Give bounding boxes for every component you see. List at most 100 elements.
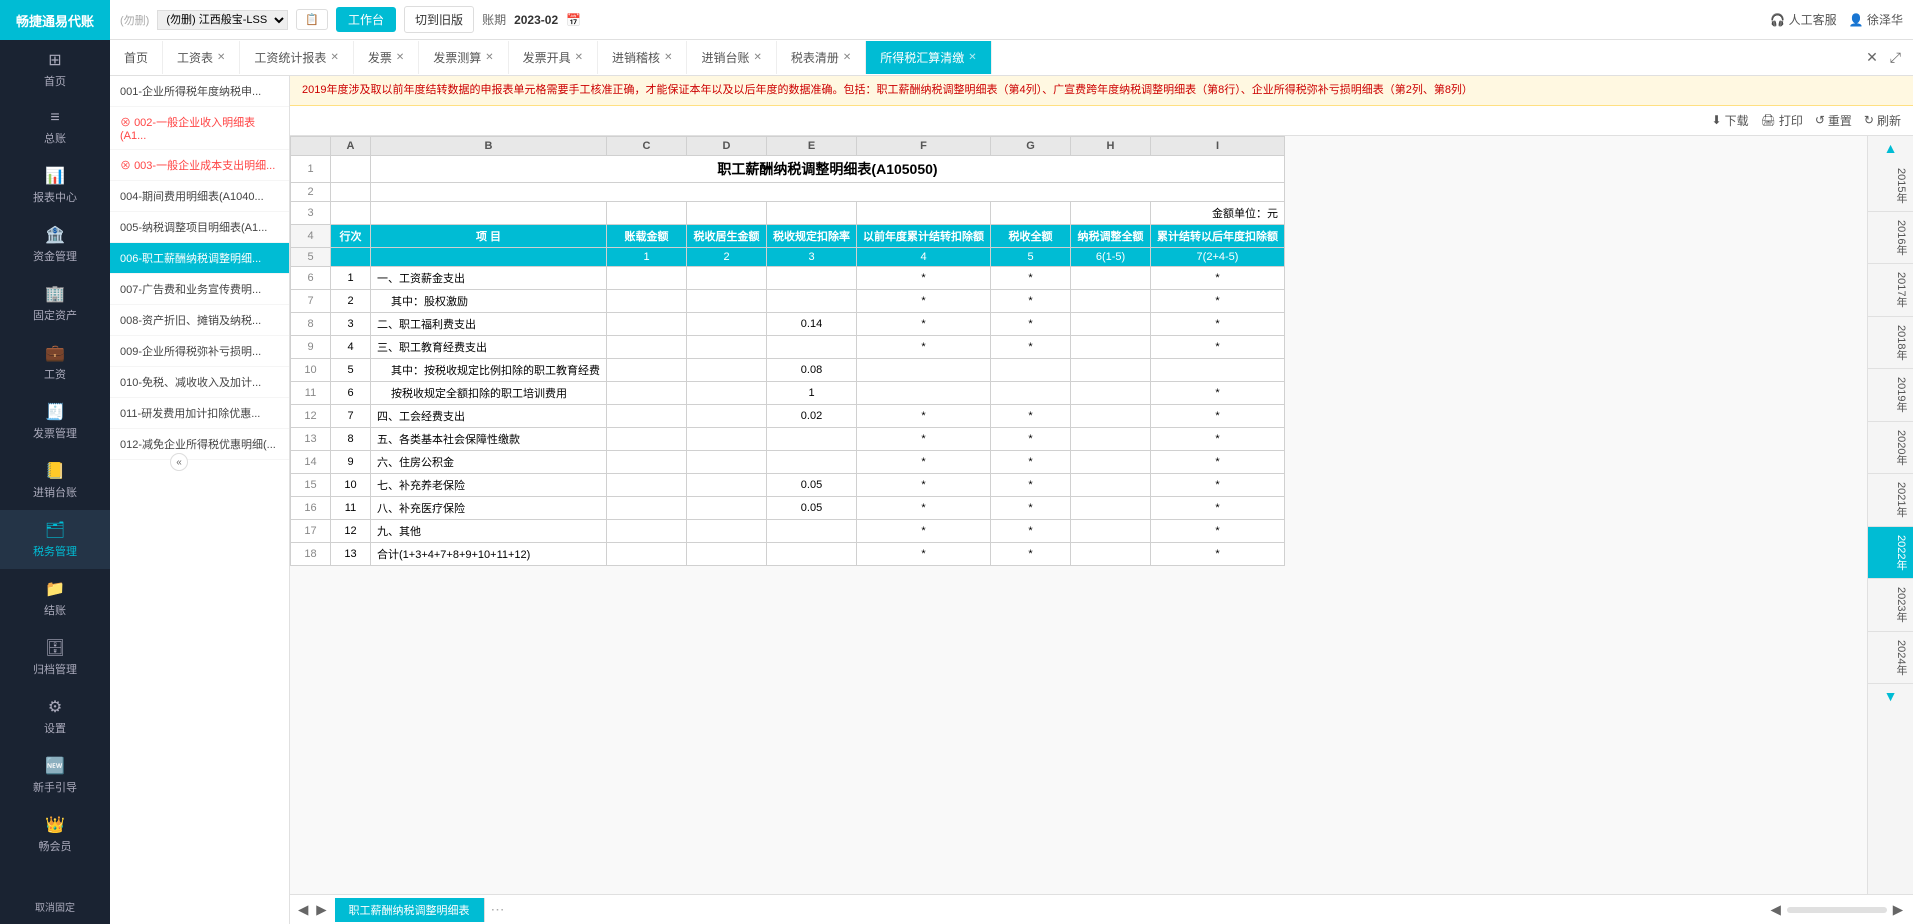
sidebar-item-home[interactable]: ⊞ 首页	[0, 40, 110, 99]
tab-invoice-close[interactable]: ✕	[396, 52, 404, 63]
left-panel-item-003[interactable]: ⊗ 003-一般企业成本支出明细...	[110, 150, 289, 181]
copy-button[interactable]: 📋	[296, 9, 328, 30]
tab-purchase-verify-label: 进销稽核	[612, 49, 660, 66]
period-value: 2023-02	[514, 13, 558, 27]
left-panel-item-011[interactable]: 011-研发费用加计扣除优惠...	[110, 398, 289, 429]
scroll-right-btn[interactable]: ▶	[1891, 900, 1905, 920]
tab-invoice-open[interactable]: 发票开具 ✕	[509, 41, 598, 74]
next-sheet-btn[interactable]: ▶	[314, 900, 328, 920]
left-panel-item-010[interactable]: 010-免税、减收收入及加计...	[110, 367, 289, 398]
panel-collapse-btn[interactable]: «	[170, 453, 188, 471]
year-2022[interactable]: 2022年	[1868, 527, 1913, 579]
tab-purchase-verify-close[interactable]: ✕	[664, 52, 672, 63]
left-panel-item-001[interactable]: 001-企业所得税年度纳税申...	[110, 76, 289, 107]
left-panel-item-005[interactable]: 005-纳税调整项目明细表(A1...	[110, 212, 289, 243]
tab-invoice-calc-close[interactable]: ✕	[485, 52, 493, 63]
sidebar-item-report[interactable]: 📊 报表中心	[0, 156, 110, 215]
year-2023[interactable]: 2023年	[1868, 579, 1913, 631]
tab-home[interactable]: 首页	[110, 41, 163, 74]
sidebar-item-ledger[interactable]: ≡ 总账	[0, 99, 110, 156]
sidebar-item-sales-ledger[interactable]: 📒 进销台账	[0, 451, 110, 510]
year-2017[interactable]: 2017年	[1868, 264, 1913, 316]
tab-payroll-report-close[interactable]: ✕	[330, 52, 338, 63]
tab-purchase-verify[interactable]: 进销稽核 ✕	[598, 41, 687, 74]
sidebar-item-archive[interactable]: 🗄 归档管理	[0, 628, 110, 687]
customer-service[interactable]: 🎧 人工客服	[1770, 11, 1836, 28]
table-container[interactable]: A B C D E F G H I	[290, 136, 1867, 895]
download-button[interactable]: ⬇ 下载	[1712, 112, 1749, 129]
col-header-g: G	[991, 136, 1071, 155]
unpin-button[interactable]: 取消固定	[0, 889, 110, 924]
calendar-icon[interactable]: 📅	[566, 13, 581, 27]
user-avatar[interactable]: 👤 徐泽华	[1849, 11, 1903, 28]
sidebar-item-invoice-mgmt[interactable]: 🧾 发票管理	[0, 392, 110, 451]
tab-invoice[interactable]: 发票 ✕	[354, 41, 419, 74]
year-2016[interactable]: 2016年	[1868, 212, 1913, 264]
year-2018[interactable]: 2018年	[1868, 317, 1913, 369]
tab-tax-clear[interactable]: 税表清册 ✕	[777, 41, 866, 74]
user-icon: 👤	[1849, 13, 1864, 27]
guide-icon: 🆕	[45, 756, 65, 776]
sidebar-item-guide[interactable]: 🆕 新手引导	[0, 746, 110, 805]
company-selector[interactable]: (勿删) 江西般宝-LSS	[157, 10, 288, 30]
sidebar-item-asset-mgmt[interactable]: 🏦 资金管理	[0, 215, 110, 274]
left-panel-item-007[interactable]: 007-广告费和业务宣传费明...	[110, 274, 289, 305]
sidebar: 畅捷通易代账 ⊞ 首页 ≡ 总账 📊 报表中心 🏦 资金管理 🏢 固定资产 💼 …	[0, 0, 110, 924]
left-panel-item-008[interactable]: 008-资产折旧、摊销及纳税...	[110, 305, 289, 336]
year-scroll-down[interactable]: ▼	[1880, 684, 1902, 708]
left-panel-item-006[interactable]: 006-职工薪酬纳税调整明细...	[110, 243, 289, 274]
topbar: (勿删) (勿删) 江西般宝-LSS 📋 工作台 切到旧版 账期 2023-02…	[110, 0, 1913, 40]
sidebar-item-fixed-asset[interactable]: 🏢 固定资产	[0, 274, 110, 333]
refresh-button[interactable]: ↻ 刷新	[1864, 112, 1901, 129]
horizontal-scrollbar[interactable]	[1787, 907, 1887, 913]
sheet-options-icon[interactable]: ⋯	[485, 901, 511, 918]
download-icon: ⬇	[1712, 113, 1722, 127]
reset-button[interactable]: ↺ 重置	[1815, 112, 1852, 129]
table-row: 14 9 六、住房公积金 * * *	[291, 450, 1285, 473]
year-2019[interactable]: 2019年	[1868, 369, 1913, 421]
tab-close-all[interactable]: ✕	[1862, 47, 1882, 68]
tab-invoice-open-label: 发票开具	[523, 49, 571, 66]
account-label: 账期	[482, 11, 506, 28]
year-2015[interactable]: 2015年	[1868, 160, 1913, 212]
tab-payroll[interactable]: 工资表 ✕	[163, 41, 240, 74]
tab-tax-clear-close[interactable]: ✕	[843, 52, 851, 63]
col-h-rownum: 行次	[331, 224, 371, 247]
switch-old-button[interactable]: 切到旧版	[404, 6, 474, 33]
sidebar-item-member[interactable]: 👑 畅会员	[0, 805, 110, 864]
tab-purchase-ledger-close[interactable]: ✕	[753, 52, 761, 63]
sidebar-item-payroll[interactable]: 💼 工资	[0, 333, 110, 392]
left-panel-item-002[interactable]: ⊗ 002-一般企业收入明细表(A1...	[110, 107, 289, 150]
scroll-left-btn[interactable]: ◀	[1769, 900, 1783, 920]
unpin-label: 取消固定	[35, 899, 75, 914]
year-scroll-up[interactable]: ▲	[1880, 136, 1902, 160]
sheet-tab-main[interactable]: 职工薪酬纳税调整明细表	[335, 898, 485, 922]
year-2024[interactable]: 2024年	[1868, 632, 1913, 684]
tab-maximize[interactable]: ⤢	[1886, 47, 1905, 68]
year-2021[interactable]: 2021年	[1868, 474, 1913, 526]
col-h-c5: 税收全额	[991, 224, 1071, 247]
print-button[interactable]: 🖨 打印	[1761, 112, 1803, 129]
tab-income-tax[interactable]: 所得税汇算清缴 ✕	[866, 41, 991, 74]
sidebar-item-account[interactable]: 📁 结账	[0, 569, 110, 628]
table-row: 17 12 九、其他 * * *	[291, 519, 1285, 542]
tab-tax-clear-label: 税表清册	[791, 49, 839, 66]
sidebar-item-settings[interactable]: ⚙ 设置	[0, 687, 110, 746]
col-header-c: C	[607, 136, 687, 155]
tab-invoice-label: 发票	[368, 49, 392, 66]
left-panel-item-004[interactable]: 004-期间费用明细表(A1040...	[110, 181, 289, 212]
left-panel-item-012[interactable]: 012-减免企业所得税优惠明细(...	[110, 429, 289, 460]
col-header-a: A	[331, 136, 371, 155]
tab-payroll-report[interactable]: 工资统计报表 ✕	[240, 41, 353, 74]
tab-invoice-open-close[interactable]: ✕	[575, 52, 583, 63]
workspace-button[interactable]: 工作台	[336, 7, 396, 32]
prev-sheet-btn[interactable]: ◀	[296, 900, 310, 920]
left-panel-item-009[interactable]: 009-企业所得税弥补亏损明...	[110, 336, 289, 367]
year-2020[interactable]: 2020年	[1868, 422, 1913, 474]
tab-invoice-calc[interactable]: 发票测算 ✕	[419, 41, 508, 74]
col-h-item: 项 目	[371, 224, 607, 247]
sidebar-item-tax-mgmt[interactable]: 🗂 税务管理	[0, 510, 110, 569]
tab-payroll-close[interactable]: ✕	[217, 52, 225, 63]
tab-purchase-ledger[interactable]: 进销台账 ✕	[687, 41, 776, 74]
tab-income-tax-close[interactable]: ✕	[968, 52, 976, 63]
